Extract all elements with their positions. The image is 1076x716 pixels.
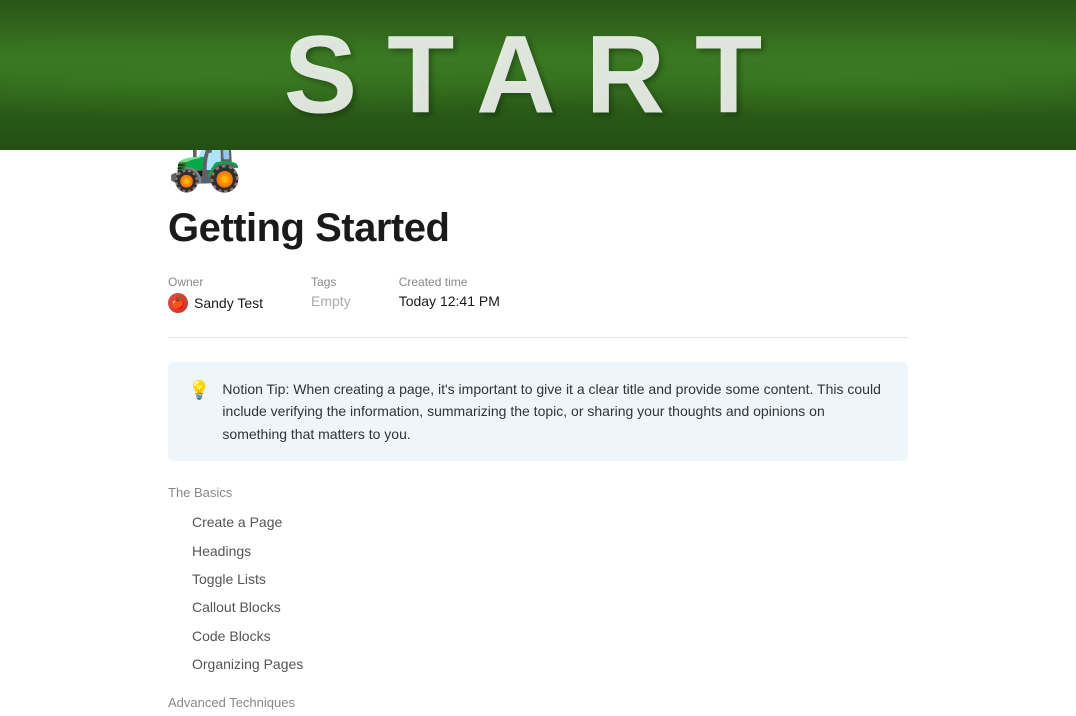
hero-banner: START xyxy=(0,0,1076,150)
page-content: 🚜 Getting Started Owner 🍎 Sandy Test Tag… xyxy=(88,130,988,710)
toc-group1-header: The Basics xyxy=(168,485,908,500)
toc-group2-header: Advanced Techniques xyxy=(168,695,908,710)
toc-item-toggle-lists[interactable]: Toggle Lists xyxy=(168,565,908,593)
callout-text: Notion Tip: When creating a page, it's i… xyxy=(222,378,888,445)
toc-item-create-page[interactable]: Create a Page xyxy=(168,508,908,536)
toc-item-code-blocks[interactable]: Code Blocks xyxy=(168,622,908,650)
created-label: Created time xyxy=(399,275,500,289)
callout-icon: 💡 xyxy=(188,380,210,401)
metadata-created: Created time Today 12:41 PM xyxy=(399,275,500,313)
metadata-tags: Tags Empty xyxy=(311,275,351,313)
toc-item-callout-blocks[interactable]: Callout Blocks xyxy=(168,593,908,621)
hero-grass-bg: START xyxy=(0,0,1076,150)
toc-item-organizing-pages[interactable]: Organizing Pages xyxy=(168,650,908,678)
owner-value: 🍎 Sandy Test xyxy=(168,293,263,313)
tags-value: Empty xyxy=(311,293,351,309)
avatar: 🍎 xyxy=(168,293,188,313)
hero-start-text: START xyxy=(284,12,792,139)
page-title: Getting Started xyxy=(168,206,908,251)
owner-label: Owner xyxy=(168,275,263,289)
metadata-section: Owner 🍎 Sandy Test Tags Empty Created ti… xyxy=(168,275,908,338)
tags-label: Tags xyxy=(311,275,351,289)
metadata-owner: Owner 🍎 Sandy Test xyxy=(168,275,263,313)
toc-section: The Basics Create a Page Headings Toggle… xyxy=(168,485,908,709)
owner-name: Sandy Test xyxy=(194,295,263,311)
toc-item-headings[interactable]: Headings xyxy=(168,537,908,565)
created-value: Today 12:41 PM xyxy=(399,293,500,309)
callout-block: 💡 Notion Tip: When creating a page, it's… xyxy=(168,362,908,461)
